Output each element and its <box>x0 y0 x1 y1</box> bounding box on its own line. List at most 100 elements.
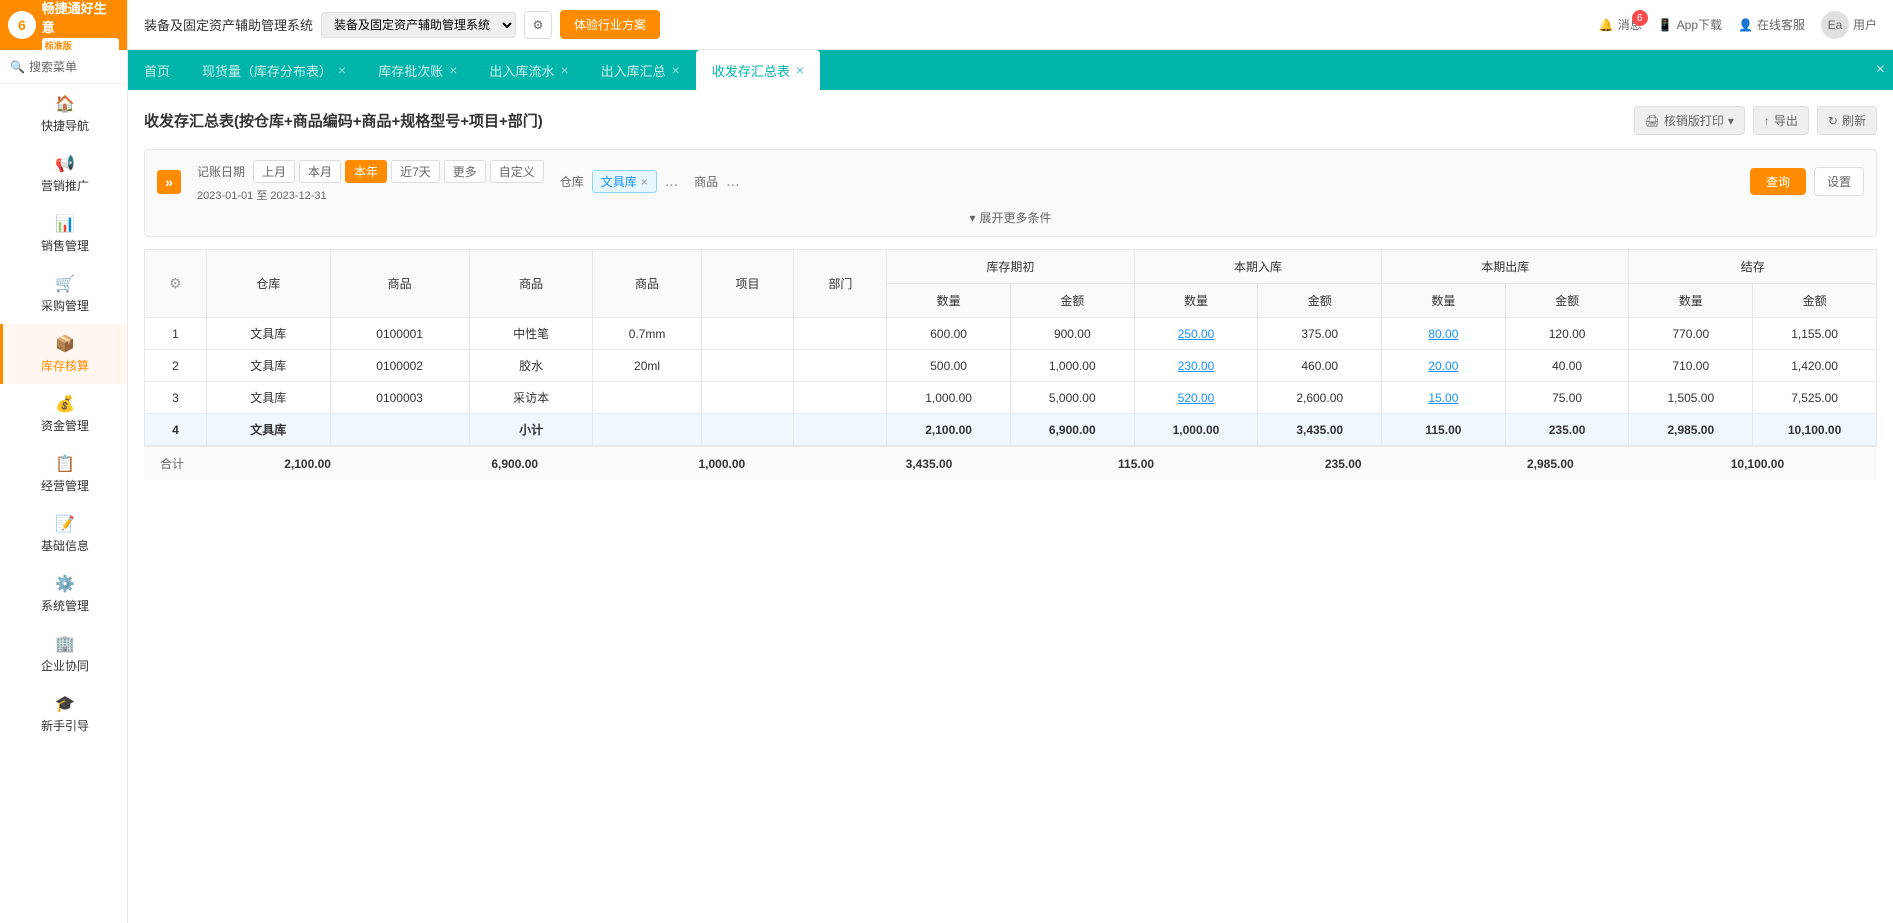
tab-inout-summary-label: 出入库汇总 <box>601 61 666 80</box>
cell-out-qty[interactable]: 15.00 <box>1382 382 1506 414</box>
cell-out-qty-link[interactable]: 80.00 <box>1428 327 1458 341</box>
sidebar-item-label: 新手引导 <box>41 717 89 734</box>
custom-btn[interactable]: 自定义 <box>490 160 544 183</box>
tab-inout-flow-label: 出入库流水 <box>489 61 554 80</box>
system-icon: ⚙️ <box>55 574 75 594</box>
cell-in-qty-link[interactable]: 520.00 <box>1178 391 1215 405</box>
user-menu[interactable]: Ea 用户 <box>1821 11 1877 39</box>
tab-inout-summary[interactable]: 出入库汇总 × <box>585 50 696 90</box>
col-header-code: 商品 <box>330 250 469 318</box>
export-button[interactable]: ↑ 导出 <box>1753 106 1809 135</box>
sidebar-item-marketing[interactable]: 📢 营销推广 <box>0 144 127 204</box>
cell-department <box>794 318 887 350</box>
col-header-warehouse: 仓库 <box>206 250 330 318</box>
cell-out-qty[interactable]: 80.00 <box>1382 318 1506 350</box>
sidebar-item-operations[interactable]: 📋 经营管理 <box>0 444 127 504</box>
tab-receipt-summary-close[interactable]: × <box>796 62 804 78</box>
cell-no: 3 <box>145 382 207 414</box>
notification-button[interactable]: 🔔 消息 6 <box>1599 16 1642 33</box>
tab-inout-flow-close[interactable]: × <box>560 62 568 78</box>
tab-inout-flow[interactable]: 出入库流水 × <box>473 50 584 90</box>
col-header-project: 项目 <box>701 250 794 318</box>
settings-button[interactable]: ⚙ <box>524 11 552 39</box>
tab-inout-summary-close[interactable]: × <box>672 62 680 78</box>
app-download-button[interactable]: 📱 App下载 <box>1658 16 1722 33</box>
date-range-display: 2023-01-01 至 2023-12-31 <box>197 187 544 203</box>
refresh-button[interactable]: ↻ 刷新 <box>1817 106 1877 135</box>
sidebar-item-enterprise[interactable]: 🏢 企业协同 <box>0 624 127 684</box>
sidebar-item-inventory[interactable]: 📦 库存核算 <box>0 324 127 384</box>
cell-opening-qty: 600.00 <box>887 318 1011 350</box>
sidebar-item-sales[interactable]: 📊 销售管理 <box>0 204 127 264</box>
logo-icon: 6 <box>8 11 36 39</box>
topbar: 装备及固定资产辅助管理系统 装备及固定资产辅助管理系统 ⚙ 体验行业方案 🔔 消… <box>128 0 1893 50</box>
col-header-spec: 商品 <box>593 250 701 318</box>
cell-out-qty-link[interactable]: 20.00 <box>1428 359 1458 373</box>
sidebar-item-label: 资金管理 <box>41 417 89 434</box>
warehouse-tag-close[interactable]: × <box>641 175 648 189</box>
tab-bar: 首页 现货量（库存分布表） × 库存批次账 × 出入库流水 × 出入库汇总 × … <box>128 50 1893 90</box>
sidebar-search-label: 搜索菜单 <box>29 58 77 75</box>
enterprise-icon: 🏢 <box>55 634 75 654</box>
filter-toggle-button[interactable]: » <box>157 170 181 194</box>
cell-in-qty-link[interactable]: 250.00 <box>1178 327 1215 341</box>
cell-balance-qty: 770.00 <box>1629 318 1753 350</box>
tab-receipt-summary[interactable]: 收发存汇总表 × <box>696 50 820 90</box>
trial-button[interactable]: 体验行业方案 <box>560 10 660 39</box>
goods-more[interactable]: ... <box>726 173 739 191</box>
tab-batch-close[interactable]: × <box>449 62 457 78</box>
cell-balance-qty: 710.00 <box>1629 350 1753 382</box>
sidebar-item-guide[interactable]: 🎓 新手引导 <box>0 684 127 744</box>
sidebar-item-basic[interactable]: 📝 基础信息 <box>0 504 127 564</box>
sidebar-item-assets[interactable]: 💰 资金管理 <box>0 384 127 444</box>
data-table: ⚙ 仓库 商品 商品 商品 项目 部门 库存期初 本期入库 本期出库 结存 <box>144 249 1877 446</box>
cell-in-qty[interactable]: 520.00 <box>1134 382 1258 414</box>
refresh-icon: ↻ <box>1828 114 1838 128</box>
cell-in-qty-link[interactable]: 230.00 <box>1178 359 1215 373</box>
sidebar-item-purchase[interactable]: 🛒 采购管理 <box>0 264 127 324</box>
cell-code: 0100003 <box>330 382 469 414</box>
more-btn[interactable]: 更多 <box>444 160 486 183</box>
online-service-button[interactable]: 👤 在线客服 <box>1738 16 1805 33</box>
col-header-opening-qty: 数量 <box>887 284 1011 318</box>
curr-year-btn[interactable]: 本年 <box>345 160 387 183</box>
cell-name: 中性笔 <box>469 318 593 350</box>
online-service-label: 在线客服 <box>1757 16 1805 33</box>
warehouse-tag[interactable]: 文具库 × <box>592 170 657 193</box>
filter-action-buttons: 查询 设置 <box>1750 167 1864 196</box>
expand-more-button[interactable]: ▾ 展开更多条件 <box>157 209 1864 226</box>
table-gear-icon[interactable]: ⚙ <box>169 275 182 291</box>
cell-project <box>701 350 794 382</box>
export-label: 导出 <box>1774 112 1798 129</box>
cell-in-qty[interactable]: 250.00 <box>1134 318 1258 350</box>
chevron-down-icon: ▾ <box>969 211 975 225</box>
7days-btn[interactable]: 近7天 <box>391 160 440 183</box>
col-header-group-opening: 库存期初 <box>887 250 1134 284</box>
prev-month-btn[interactable]: 上月 <box>253 160 295 183</box>
curr-month-btn[interactable]: 本月 <box>299 160 341 183</box>
tab-batch[interactable]: 库存批次账 × <box>362 50 473 90</box>
print-button[interactable]: 🖨 核销版打印 ▾ <box>1634 106 1745 135</box>
cell-balance-amt: 7,525.00 <box>1753 382 1877 414</box>
cell-in-qty[interactable]: 230.00 <box>1134 350 1258 382</box>
sidebar-item-search[interactable]: 🔍 搜索菜单 <box>0 50 127 84</box>
warehouse-more[interactable]: ... <box>665 173 678 191</box>
cell-out-qty[interactable]: 20.00 <box>1382 350 1506 382</box>
sidebar-item-quick-nav[interactable]: 🏠 快捷导航 <box>0 84 127 144</box>
tab-home[interactable]: 首页 <box>128 50 186 90</box>
cell-opening-qty: 1,000.00 <box>887 382 1011 414</box>
cell-out-qty-link[interactable]: 15.00 <box>1428 391 1458 405</box>
cell-no: 4 <box>145 414 207 446</box>
date-buttons: 上月 本月 本年 近7天 更多 自定义 <box>253 160 544 183</box>
data-table-container: ⚙ 仓库 商品 商品 商品 项目 部门 库存期初 本期入库 本期出库 结存 <box>144 249 1877 446</box>
system-selector[interactable]: 装备及固定资产辅助管理系统 <box>321 12 516 38</box>
sidebar-item-system[interactable]: ⚙️ 系统管理 <box>0 564 127 624</box>
query-button[interactable]: 查询 <box>1750 168 1806 195</box>
filter-settings-button[interactable]: 设置 <box>1814 167 1864 196</box>
close-all-tabs[interactable]: × <box>1876 61 1885 79</box>
cell-in-qty: 1,000.00 <box>1134 414 1258 446</box>
tab-stock-dist[interactable]: 现货量（库存分布表） × <box>186 50 362 90</box>
cell-opening-amt: 6,900.00 <box>1010 414 1134 446</box>
tab-stock-dist-close[interactable]: × <box>338 62 346 78</box>
search-icon: 🔍 <box>10 60 25 74</box>
